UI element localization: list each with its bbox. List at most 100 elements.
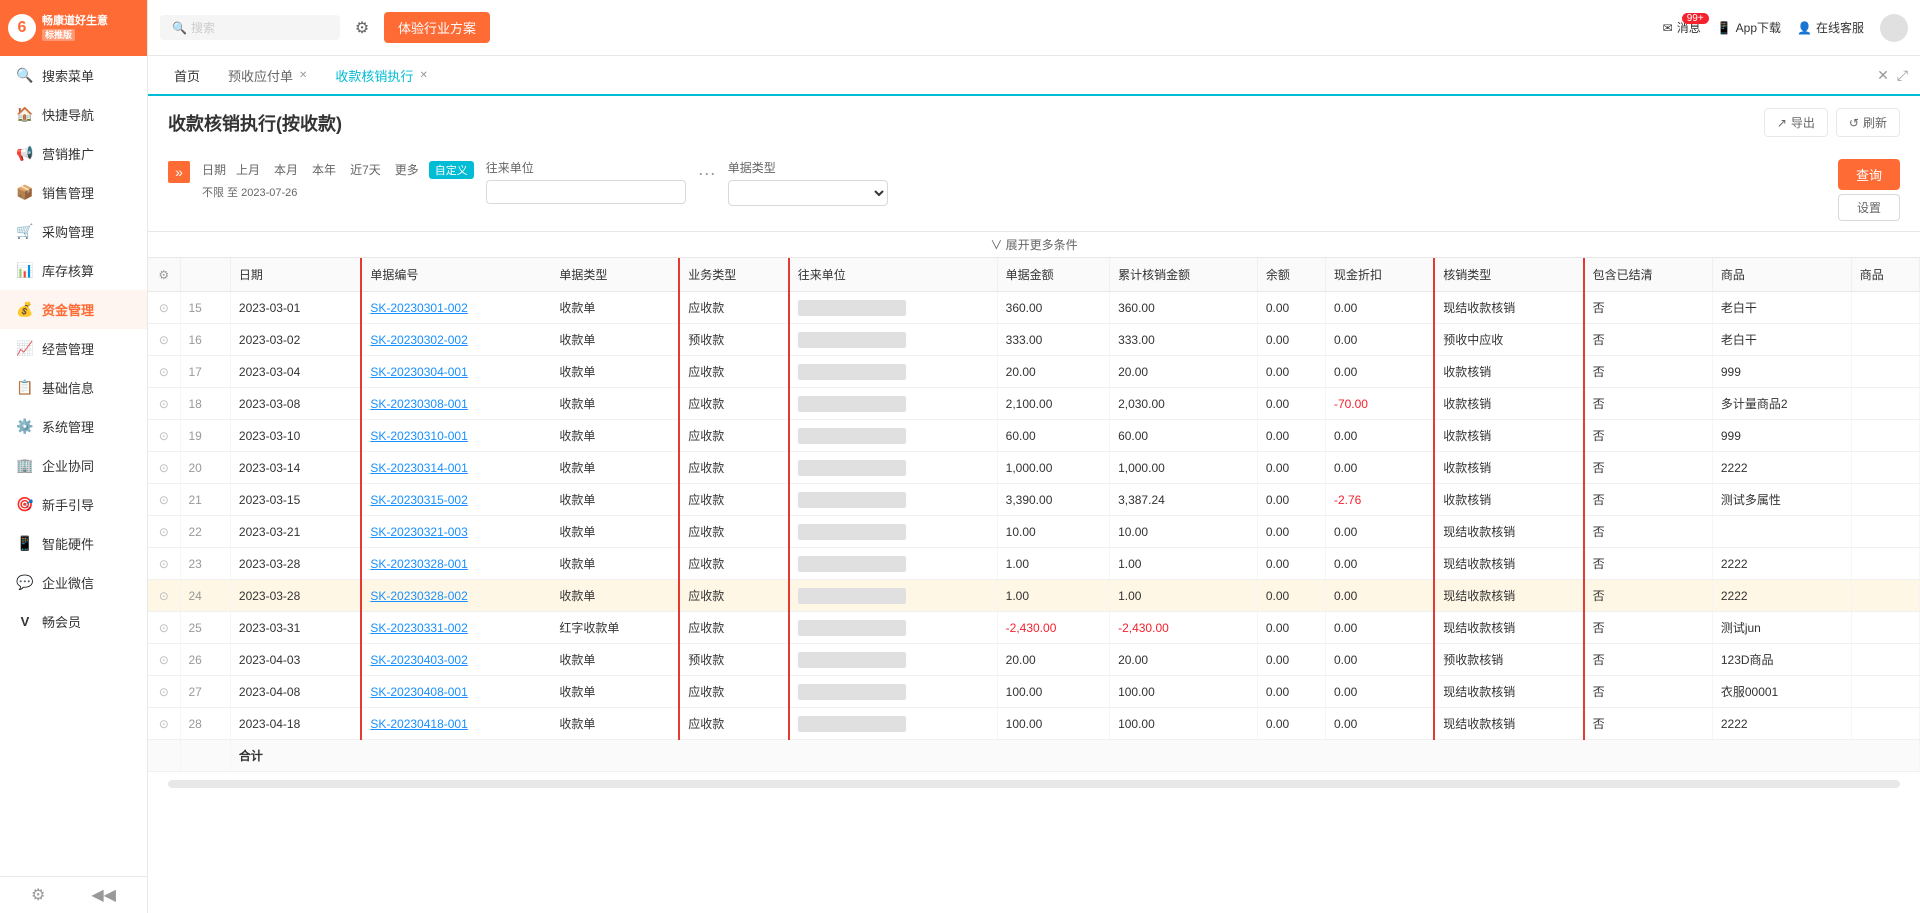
sidebar-item-search[interactable]: 🔍 搜索菜单 [0, 56, 147, 95]
row-settings-icon[interactable]: ⊙ [159, 301, 169, 315]
filter-date-7days[interactable]: 近7天 [346, 159, 385, 180]
sidebar-item-member[interactable]: V 畅会员 [0, 602, 147, 641]
table-row[interactable]: ⊙ 21 2023-03-15 SK-20230315-002 收款单 应收款 … [148, 484, 1920, 516]
cell-settings[interactable]: ⊙ [148, 708, 180, 740]
topbar-search[interactable]: 🔍 搜索 [160, 15, 340, 40]
gear-icon[interactable]: ⚙ [348, 14, 376, 42]
user-avatar[interactable] [1880, 14, 1908, 42]
cell-settings[interactable]: ⊙ [148, 612, 180, 644]
export-button[interactable]: ↗ 导出 [1764, 108, 1828, 137]
message-btn[interactable]: ✉ 消息 99+ [1663, 19, 1701, 36]
row-settings-icon[interactable]: ⊙ [159, 525, 169, 539]
query-button[interactable]: 查询 [1838, 159, 1900, 190]
table-row[interactable]: ⊙ 15 2023-03-01 SK-20230301-002 收款单 应收款 … [148, 292, 1920, 324]
cell-settings[interactable]: ⊙ [148, 484, 180, 516]
tab-receipt-close[interactable]: ✕ [419, 70, 427, 81]
cell-sno[interactable]: SK-20230304-001 [361, 356, 551, 388]
setting-button[interactable]: 设置 [1838, 194, 1900, 221]
row-settings-icon[interactable]: ⊙ [159, 621, 169, 635]
cell-sno[interactable]: SK-20230315-002 [361, 484, 551, 516]
row-settings-icon[interactable]: ⊙ [159, 589, 169, 603]
cell-settings[interactable]: ⊙ [148, 388, 180, 420]
table-row[interactable]: ⊙ 17 2023-03-04 SK-20230304-001 收款单 应收款 … [148, 356, 1920, 388]
table-row[interactable]: ⊙ 22 2023-03-21 SK-20230321-003 收款单 应收款 … [148, 516, 1920, 548]
row-settings-icon[interactable]: ⊙ [159, 557, 169, 571]
online-service-btn[interactable]: 👤 在线客服 [1797, 19, 1864, 36]
sidebar-item-corp[interactable]: 🏢 企业协同 [0, 446, 147, 485]
expand-more-row[interactable]: ∨ 展开更多条件 [148, 232, 1920, 258]
filter-receipttype-select[interactable] [728, 180, 888, 206]
cell-settings[interactable]: ⊙ [148, 548, 180, 580]
row-settings-icon[interactable]: ⊙ [159, 717, 169, 731]
cell-sno[interactable]: SK-20230302-002 [361, 324, 551, 356]
table-row[interactable]: ⊙ 26 2023-04-03 SK-20230403-002 收款单 预收款 … [148, 644, 1920, 676]
refresh-button[interactable]: ↺ 刷新 [1836, 108, 1900, 137]
th-settings[interactable]: ⚙ [148, 258, 180, 292]
table-row[interactable]: ⊙ 25 2023-03-31 SK-20230331-002 红字收款单 应收… [148, 612, 1920, 644]
sidebar-item-guide[interactable]: 🎯 新手引导 [0, 485, 147, 524]
tab-receipt[interactable]: 收款核销执行 ✕ [321, 56, 441, 96]
table-row[interactable]: ⊙ 23 2023-03-28 SK-20230328-001 收款单 应收款 … [148, 548, 1920, 580]
row-settings-icon[interactable]: ⊙ [159, 461, 169, 475]
row-settings-icon[interactable]: ⊙ [159, 653, 169, 667]
row-settings-icon[interactable]: ⊙ [159, 397, 169, 411]
cell-sno[interactable]: SK-20230408-001 [361, 676, 551, 708]
horizontal-scrollbar[interactable] [168, 780, 1900, 788]
filter-partner-input[interactable] [486, 180, 686, 204]
sidebar-item-operations[interactable]: 📈 经营管理 [0, 329, 147, 368]
column-settings-icon[interactable]: ⚙ [158, 268, 169, 282]
sidebar-settings-icon[interactable]: ⚙ [31, 885, 45, 905]
filter-toggle-button[interactable]: » [168, 161, 190, 183]
row-settings-icon[interactable]: ⊙ [159, 365, 169, 379]
cell-settings[interactable]: ⊙ [148, 452, 180, 484]
filter-date-lastmonth[interactable]: 上月 [232, 159, 264, 180]
sidebar-item-inventory[interactable]: 📊 库存核算 [0, 251, 147, 290]
table-row[interactable]: ⊙ 20 2023-03-14 SK-20230314-001 收款单 应收款 … [148, 452, 1920, 484]
cell-sno[interactable]: SK-20230328-001 [361, 548, 551, 580]
row-settings-icon[interactable]: ⊙ [159, 685, 169, 699]
cell-sno[interactable]: SK-20230403-002 [361, 644, 551, 676]
cell-sno[interactable]: SK-20230321-003 [361, 516, 551, 548]
table-row[interactable]: ⊙ 19 2023-03-10 SK-20230310-001 收款单 应收款 … [148, 420, 1920, 452]
filter-date-more[interactable]: 更多 [391, 159, 423, 180]
tab-close-all-icon[interactable]: ✕ [1877, 67, 1889, 84]
sidebar-item-system[interactable]: ⚙️ 系统管理 [0, 407, 147, 446]
solution-button[interactable]: 体验行业方案 [384, 12, 490, 43]
cell-settings[interactable]: ⊙ [148, 580, 180, 612]
tab-home[interactable]: 首页 [160, 56, 214, 96]
app-download-btn[interactable]: 📱 App下载 [1717, 19, 1781, 36]
cell-settings[interactable]: ⊙ [148, 292, 180, 324]
cell-sno[interactable]: SK-20230331-002 [361, 612, 551, 644]
cell-settings[interactable]: ⊙ [148, 676, 180, 708]
sidebar-item-basic[interactable]: 📋 基础信息 [0, 368, 147, 407]
cell-settings[interactable]: ⊙ [148, 516, 180, 548]
filter-date-thismonth[interactable]: 本月 [270, 159, 302, 180]
cell-sno[interactable]: SK-20230328-002 [361, 580, 551, 612]
table-row[interactable]: ⊙ 16 2023-03-02 SK-20230302-002 收款单 预收款 … [148, 324, 1920, 356]
cell-settings[interactable]: ⊙ [148, 644, 180, 676]
table-row[interactable]: ⊙ 18 2023-03-08 SK-20230308-001 收款单 应收款 … [148, 388, 1920, 420]
table-row[interactable]: ⊙ 27 2023-04-08 SK-20230408-001 收款单 应收款 … [148, 676, 1920, 708]
filter-date-thisyear[interactable]: 本年 [308, 159, 340, 180]
cell-sno[interactable]: SK-20230418-001 [361, 708, 551, 740]
sidebar-item-finance[interactable]: 💰 资金管理 [0, 290, 147, 329]
cell-settings[interactable]: ⊙ [148, 356, 180, 388]
row-settings-icon[interactable]: ⊙ [159, 493, 169, 507]
sidebar-collapse-icon[interactable]: ◀◀ [91, 885, 116, 905]
filter-date-custom[interactable]: 自定义 [429, 161, 474, 179]
row-settings-icon[interactable]: ⊙ [159, 429, 169, 443]
tab-expand-icon[interactable]: ⤢ [1897, 67, 1908, 84]
cell-settings[interactable]: ⊙ [148, 324, 180, 356]
sidebar-item-sales[interactable]: 📦 销售管理 [0, 173, 147, 212]
table-row[interactable]: ⊙ 24 2023-03-28 SK-20230328-002 收款单 应收款 … [148, 580, 1920, 612]
sidebar-item-marketing[interactable]: 📢 营销推广 [0, 134, 147, 173]
cell-settings[interactable]: ⊙ [148, 420, 180, 452]
row-settings-icon[interactable]: ⊙ [159, 333, 169, 347]
table-row[interactable]: ⊙ 28 2023-04-18 SK-20230418-001 收款单 应收款 … [148, 708, 1920, 740]
tab-prepay[interactable]: 预收应付单 ✕ [214, 56, 321, 96]
sidebar-item-hardware[interactable]: 📱 智能硬件 [0, 524, 147, 563]
sidebar-item-purchase[interactable]: 🛒 采购管理 [0, 212, 147, 251]
tab-prepay-close[interactable]: ✕ [299, 70, 307, 81]
cell-sno[interactable]: SK-20230308-001 [361, 388, 551, 420]
sidebar-item-wechat[interactable]: 💬 企业微信 [0, 563, 147, 602]
